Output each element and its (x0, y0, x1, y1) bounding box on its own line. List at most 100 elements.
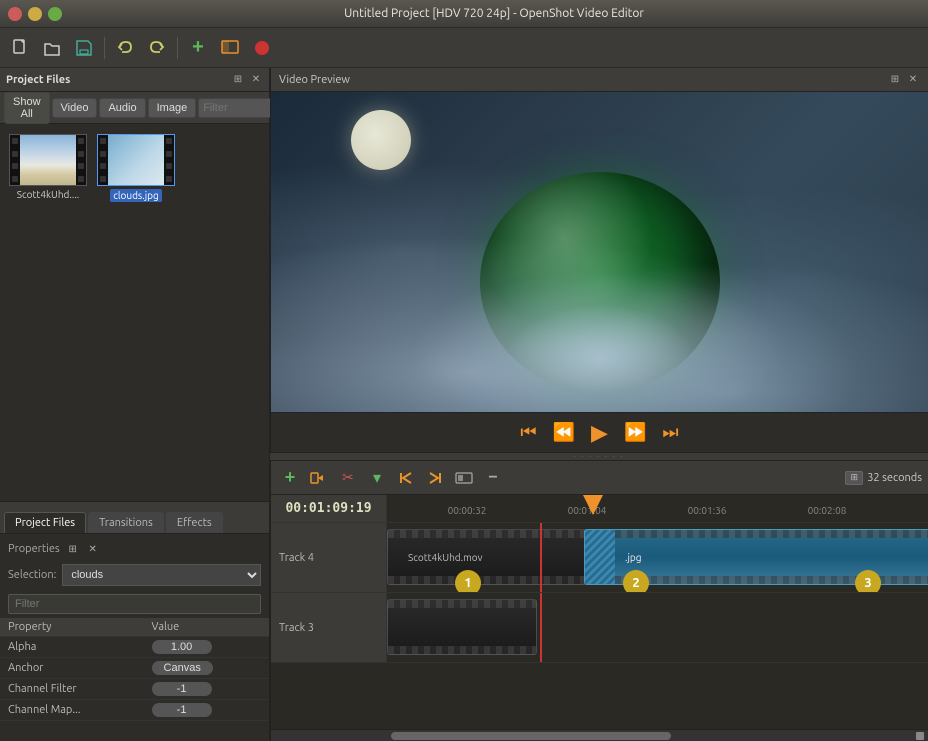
timeline-ruler: 00:01:09:19 00:00:32 00:01:04 00:01:36 0… (271, 495, 928, 523)
table-row: Anchor Canvas (0, 658, 269, 679)
thumb-image-2 (108, 135, 164, 185)
clip-scott4k[interactable]: Scott4kUhd.mov (387, 529, 587, 585)
selection-dropdown[interactable]: clouds (62, 564, 261, 586)
props-menu-button[interactable]: ⊞ (66, 542, 80, 556)
filter-timeline-button[interactable]: ▾ (364, 465, 390, 491)
tab-effects[interactable]: Effects (166, 512, 223, 533)
timecode-display: 00:01:09:19 (271, 495, 387, 522)
properties-tabs: Project Files Transitions Effects (0, 502, 269, 534)
video-close-button[interactable]: ✕ (906, 73, 920, 87)
left-panel: Project Files ⊞ ✕ Show All Video Audio I… (0, 68, 270, 741)
prop-alpha-label: Alpha (0, 637, 144, 658)
zoom-out-button[interactable]: − (480, 465, 506, 491)
alpha-value-button[interactable]: 1.00 (152, 640, 212, 654)
project-files-close-button[interactable]: ✕ (249, 73, 263, 87)
filmstrip-bottom-3 (388, 646, 536, 654)
render-button[interactable] (248, 34, 276, 62)
marker-1: 1 (455, 570, 481, 592)
undo-button[interactable] (111, 34, 139, 62)
maximize-button[interactable] (48, 7, 62, 21)
marker-3: 3 (855, 570, 881, 592)
tab-project-files[interactable]: Project Files (4, 512, 86, 533)
film-strip-right (76, 135, 86, 185)
channel-map-value-button[interactable]: -1 (152, 703, 212, 717)
export-button[interactable] (216, 34, 244, 62)
file-item-scott4k[interactable]: Scott4kUhd.... (8, 132, 88, 204)
prop-channel-map-label: Channel Map... (0, 700, 144, 721)
timeline-scrollbar[interactable] (271, 729, 928, 741)
duration-label: 32 seconds (867, 472, 922, 484)
rewind-button[interactable]: ⏪ (549, 420, 579, 445)
selection-row: Selection: clouds (0, 560, 269, 590)
playback-controls: ⏮ ⏪ ▶ ⏩ ⏭ (270, 412, 928, 452)
file-item-clouds[interactable]: clouds.jpg (96, 132, 176, 204)
jump-start-timeline-button[interactable] (393, 465, 419, 491)
clip-track3[interactable] (387, 599, 537, 655)
marker-2: 2 (623, 570, 649, 592)
jump-end-timeline-button[interactable] (422, 465, 448, 491)
table-row: Channel Map... -1 (0, 700, 269, 721)
col-value: Value (144, 618, 269, 637)
save-button[interactable] (70, 34, 98, 62)
properties-table: Property Value Alpha 1.00 Anchor Canvas (0, 618, 269, 721)
file-label-clouds: clouds.jpg (110, 189, 162, 202)
video-canvas (271, 92, 928, 412)
film-strip-left-2 (98, 135, 108, 185)
drag-divider[interactable]: · · · · · · · (270, 452, 928, 460)
project-files-title: Project Files (6, 74, 227, 86)
play-button[interactable]: ▶ (587, 418, 612, 448)
tab-show-all[interactable]: Show All (4, 92, 50, 124)
timeline-section: + ✂ ▾ − ⊞ 32 seconds (270, 460, 928, 741)
project-files-menu-button[interactable]: ⊞ (231, 73, 245, 87)
properties-panel: Properties ⊞ ✕ Selection: clouds Propert… (0, 534, 269, 741)
jump-end-playback-button[interactable]: ⏭ (658, 420, 682, 445)
scrollbar-thumb[interactable] (391, 732, 671, 740)
clip-scott4k-label: Scott4kUhd.mov (388, 552, 488, 563)
tab-image[interactable]: Image (148, 98, 197, 118)
close-button[interactable] (8, 7, 22, 21)
track-3-label: Track 3 (271, 593, 387, 662)
prop-anchor-value[interactable]: Canvas (144, 658, 269, 679)
anchor-value-button[interactable]: Canvas (152, 661, 213, 675)
project-files-header: Project Files ⊞ ✕ (0, 68, 269, 92)
minimize-button[interactable] (28, 7, 42, 21)
tab-audio[interactable]: Audio (99, 98, 145, 118)
tab-transitions[interactable]: Transitions (88, 512, 164, 533)
snap-button[interactable] (451, 465, 477, 491)
fast-forward-button[interactable]: ⏩ (620, 420, 650, 445)
open-button[interactable] (38, 34, 66, 62)
track-4-row: Track 4 Scott4kUhd.mov (271, 523, 928, 593)
ruler-time-1: 00:00:32 (448, 505, 487, 516)
prop-channel-filter-value[interactable]: -1 (144, 679, 269, 700)
add-track-button[interactable]: + (277, 465, 303, 491)
razor-button[interactable]: ✂ (335, 465, 361, 491)
scrollbar-corner[interactable] (916, 732, 924, 740)
titlebar: Untitled Project [HDV 720 24p] - OpenSho… (0, 0, 928, 28)
thumb-image (20, 135, 76, 185)
import-button[interactable]: + (184, 34, 212, 62)
redo-button[interactable] (143, 34, 171, 62)
jump-start-playback-button[interactable]: ⏮ (516, 420, 540, 445)
properties-header: Properties ⊞ ✕ (0, 538, 269, 560)
clip-mode-button[interactable] (306, 465, 332, 491)
channel-filter-value-button[interactable]: -1 (152, 682, 212, 696)
new-button[interactable] (6, 34, 34, 62)
main-content: Project Files ⊞ ✕ Show All Video Audio I… (0, 68, 928, 741)
file-thumb-clouds (97, 134, 175, 186)
duration-icon: ⊞ (845, 471, 863, 485)
playhead-line-3 (540, 593, 542, 662)
video-menu-button[interactable]: ⊞ (888, 73, 902, 87)
prop-channel-map-value[interactable]: -1 (144, 700, 269, 721)
foreground-clouds (271, 212, 928, 412)
props-close-button[interactable]: ✕ (86, 542, 100, 556)
main-toolbar: + (0, 28, 928, 68)
tab-video[interactable]: Video (52, 98, 98, 118)
col-property: Property (0, 618, 144, 637)
video-section: Video Preview ⊞ ✕ (270, 68, 928, 412)
prop-alpha-value[interactable]: 1.00 (144, 637, 269, 658)
prop-channel-filter-label: Channel Filter (0, 679, 144, 700)
film-strip-right-2 (164, 135, 174, 185)
properties-filter-input[interactable] (8, 594, 261, 614)
table-row: Channel Filter -1 (0, 679, 269, 700)
track-3-row: Track 3 (271, 593, 928, 663)
